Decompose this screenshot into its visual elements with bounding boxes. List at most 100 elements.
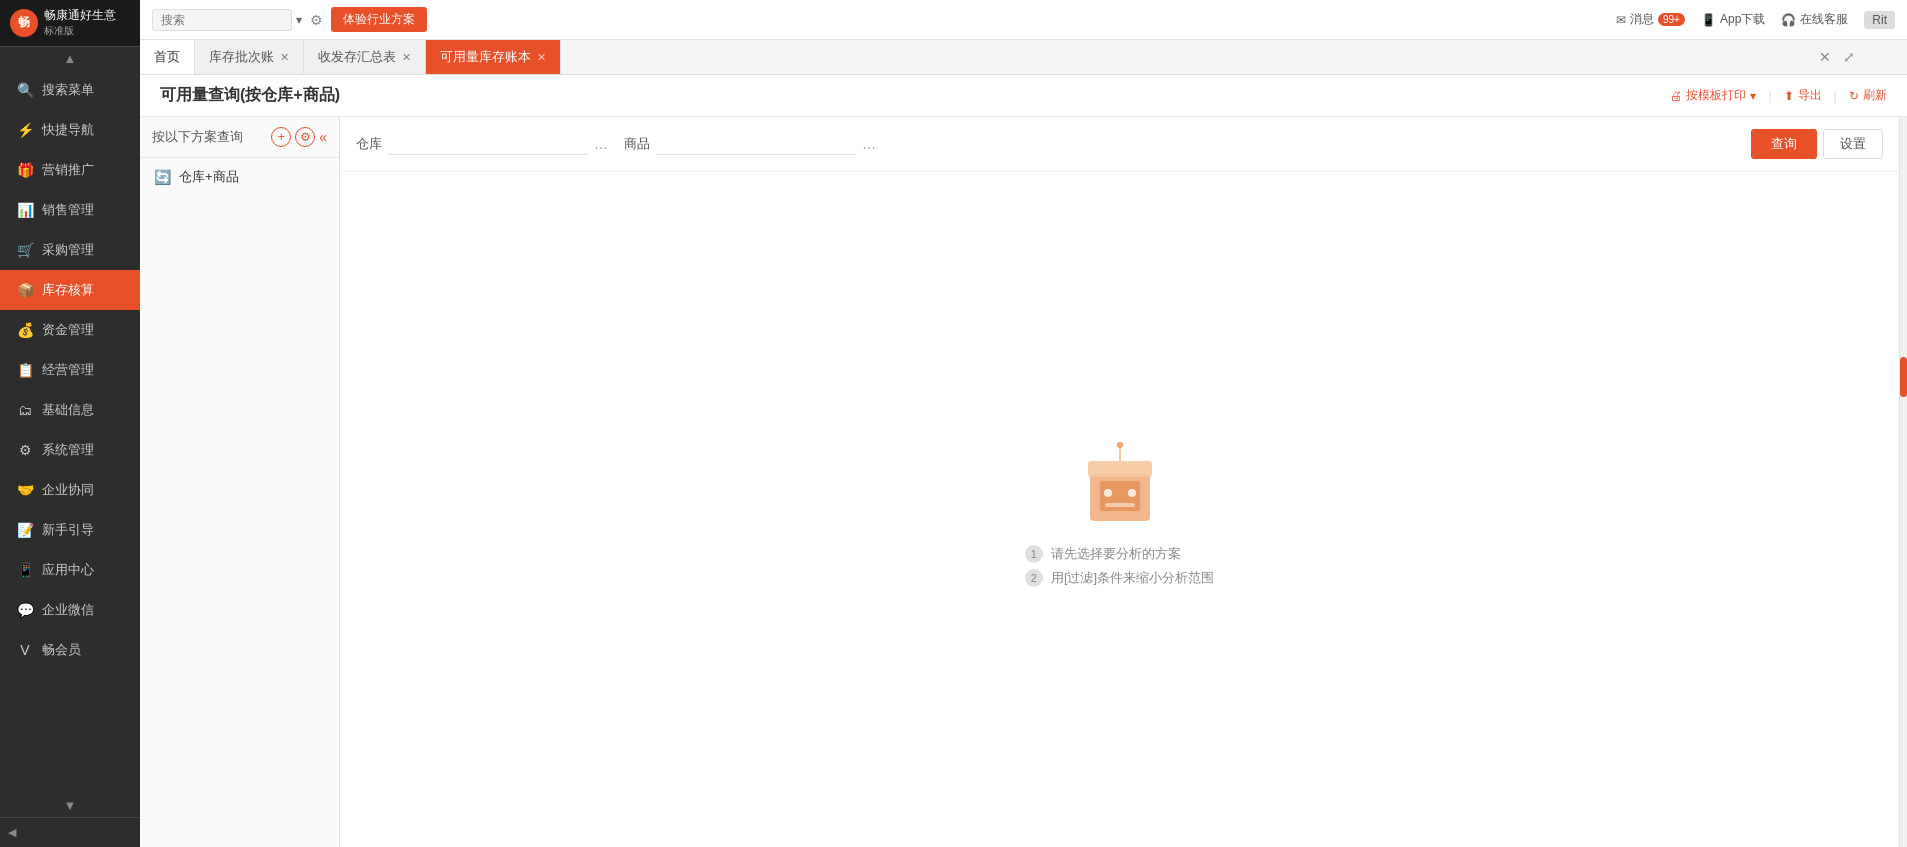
sidebar-icon-quick-nav: ⚡ [16,122,34,138]
sidebar-item-app-center[interactable]: 📱 应用中心 [0,550,140,590]
message-icon: ✉ [1616,13,1626,27]
sidebar-item-finance[interactable]: 💰 资金管理 [0,310,140,350]
sidebar-item-marketing[interactable]: 🎁营销推广 [0,150,140,190]
print-template-label: 按模板打印 [1686,87,1746,104]
tab-available-label: 可用量库存账本 [440,48,531,66]
topbar-search-area: ▾ [152,9,302,31]
export-label: 导出 [1798,87,1822,104]
app-download-btn[interactable]: 📱 App下载 [1701,11,1765,28]
tabs-bar: 首页 库存批次账 ✕ 收发存汇总表 ✕ 可用量库存账本 ✕ ✕ ⤢ [140,40,1907,75]
sidebar-label-sales: 销售管理 [42,201,94,219]
tab-home-label: 首页 [154,48,180,66]
scrollbar-thumb[interactable] [1900,357,1907,397]
message-label: 消息 [1630,11,1654,28]
tip-num-2: 2 [1025,569,1043,587]
page-header-actions: 🖨 按模板打印 ▾ | ⬆ 导出 | ↻ 刷新 [1670,87,1887,104]
sidebar-icon-app-center: 📱 [16,562,34,578]
left-panel: 按以下方案查询 + ⚙ « 🔄 仓库+商品 [140,117,340,847]
sidebar-icon-member: V [16,642,34,658]
sidebar-icon-system: ⚙ [16,442,34,458]
left-panel-title: 按以下方案查询 [152,128,243,146]
sidebar-item-inventory[interactable]: 📦库存核算 [0,270,140,310]
sidebar-label-search: 搜索菜单 [42,81,94,99]
left-panel-action-btns: + ⚙ « [271,127,327,147]
sidebar-brand: 畅康通好生意 标准版 [44,8,116,38]
tab-available-close-icon[interactable]: ✕ [537,51,546,64]
warehouse-label: 仓库 [356,135,382,153]
message-btn[interactable]: ✉ 消息 99+ [1616,11,1685,28]
sidebar-icon-marketing: 🎁 [16,162,34,178]
tip-text-2: 用[过滤]条件来缩小分析范围 [1051,569,1214,587]
product-filter: 商品 … [624,134,876,155]
product-label: 商品 [624,135,650,153]
svg-point-4 [1128,489,1136,497]
scheme-settings-btn[interactable]: ⚙ [295,127,315,147]
sidebar-title: 畅康通好生意 [44,8,116,24]
sidebar-icon-finance: 💰 [16,322,34,338]
filter-settings-btn[interactable]: 设置 [1823,129,1883,159]
sidebar-item-enterprise[interactable]: 🤝企业协同 [0,470,140,510]
product-more-btn[interactable]: … [862,136,876,152]
sidebar-label-app-center: 应用中心 [42,561,94,579]
sidebar-scroll-down[interactable]: ▼ [0,794,140,817]
collapse-panel-btn[interactable]: « [319,127,327,147]
online-support-btn[interactable]: 🎧 在线客服 [1781,11,1848,28]
sidebar-item-sales[interactable]: 📊销售管理 [0,190,140,230]
sidebar-label-member: 畅会员 [42,641,81,659]
sidebar-label-operations: 经营管理 [42,361,94,379]
sidebar-item-basic-info[interactable]: 🗂基础信息 [0,390,140,430]
tab-receipts-summary[interactable]: 收发存汇总表 ✕ [304,40,426,74]
close-tab-btn[interactable]: ✕ [1815,45,1835,69]
app-download-label: App下载 [1720,11,1765,28]
export-btn[interactable]: ⬆ 导出 [1784,87,1822,104]
sidebar-item-search[interactable]: 🔍搜索菜单 [0,70,140,110]
empty-illustration [1070,433,1170,533]
refresh-btn[interactable]: ↻ 刷新 [1849,87,1887,104]
expand-tab-btn[interactable]: ⤢ [1839,45,1859,69]
sidebar-label-enterprise: 企业协同 [42,481,94,499]
sidebar-item-new-guide[interactable]: 📝新手引导 [0,510,140,550]
sidebar-icon-new-guide: 📝 [16,522,34,538]
sidebar-item-system[interactable]: ⚙系统管理 [0,430,140,470]
user-name: Rit [1872,13,1887,27]
sidebar-label-purchase: 采购管理 [42,241,94,259]
print-template-btn[interactable]: 🖨 按模板打印 ▾ [1670,87,1756,104]
sidebar-item-operations[interactable]: 📋经营管理 [0,350,140,390]
print-chevron-icon: ▾ [1750,89,1756,103]
tab-available-inventory[interactable]: 可用量库存账本 ✕ [426,40,561,74]
user-avatar[interactable]: Rit [1864,11,1895,29]
trial-btn[interactable]: 体验行业方案 [331,7,427,32]
warehouse-filter: 仓库 … [356,134,608,155]
add-scheme-btn[interactable]: + [271,127,291,147]
tab-batch-close-icon[interactable]: ✕ [280,51,289,64]
online-support-label: 在线客服 [1800,11,1848,28]
sidebar-item-purchase[interactable]: 🛒采购管理 [0,230,140,270]
divider1: | [1768,88,1771,103]
page-title: 可用量查询(按仓库+商品) [160,85,340,106]
sidebar-label-finance: 资金管理 [42,321,94,339]
tab-home[interactable]: 首页 [140,40,195,74]
tip-num-1: 1 [1025,545,1043,563]
query-btn[interactable]: 查询 [1751,129,1817,159]
product-input[interactable] [656,134,856,155]
search-input[interactable] [152,9,292,31]
warehouse-more-btn[interactable]: … [594,136,608,152]
scheme-icon: 🔄 [154,169,171,185]
svg-point-7 [1117,442,1123,448]
tab-batch-account[interactable]: 库存批次账 ✕ [195,40,304,74]
empty-tip-1: 1 请先选择要分析的方案 [1025,545,1214,563]
tip-text-1: 请先选择要分析的方案 [1051,545,1181,563]
search-dropdown-btn[interactable]: ▾ [296,13,302,27]
sidebar-label-quick-nav: 快捷导航 [42,121,94,139]
sidebar-header: 畅 畅康通好生意 标准版 [0,0,140,47]
gear-icon[interactable]: ⚙ [310,12,323,28]
warehouse-input[interactable] [388,134,588,155]
tab-receipts-close-icon[interactable]: ✕ [402,51,411,64]
sidebar-scroll-up[interactable]: ▲ [0,47,140,70]
sidebar-item-quick-nav[interactable]: ⚡ 快捷导航 [0,110,140,150]
scheme-item-warehouse-product[interactable]: 🔄 仓库+商品 [140,158,339,196]
sidebar-item-member[interactable]: V 畅会员 [0,630,140,670]
sidebar-footer-text: ◀ [8,826,16,839]
sidebar-icon-basic-info: 🗂 [16,402,34,418]
sidebar-item-wechat[interactable]: 💬企业微信 [0,590,140,630]
